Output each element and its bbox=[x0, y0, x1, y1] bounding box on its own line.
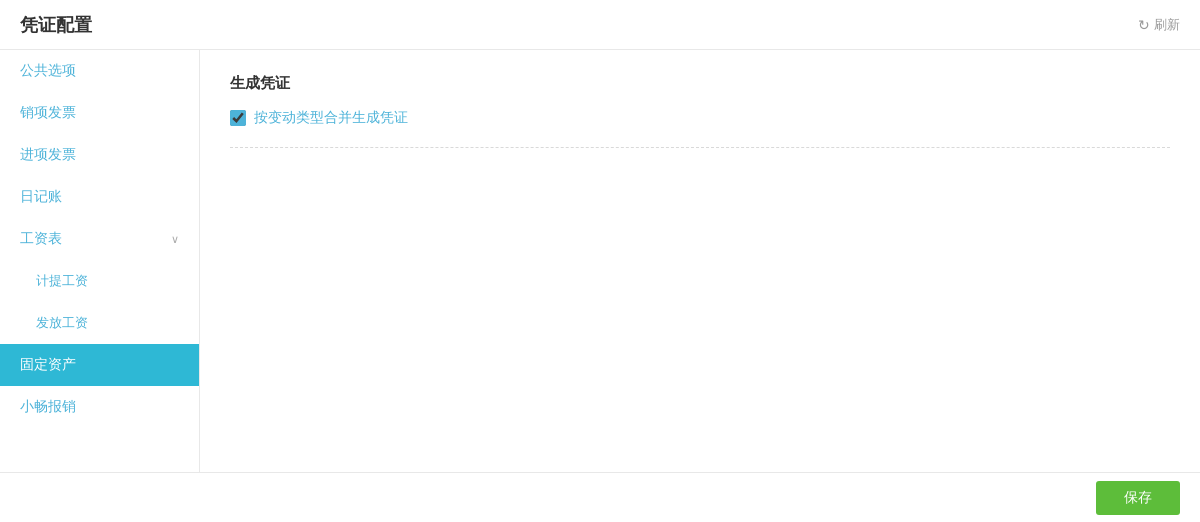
sidebar-label-pay-salary: 发放工资 bbox=[36, 314, 88, 332]
sidebar-label-journal: 日记账 bbox=[20, 188, 62, 206]
sidebar-label-sales-invoice: 销项发票 bbox=[20, 104, 76, 122]
sidebar-label-expense-report: 小畅报销 bbox=[20, 398, 76, 416]
page-title: 凭证配置 bbox=[20, 13, 92, 37]
sidebar-item-fixed-assets[interactable]: 固定资产 bbox=[0, 344, 199, 386]
content-area: 生成凭证 按变动类型合并生成凭证 bbox=[200, 50, 1200, 472]
sidebar-label-public-options: 公共选项 bbox=[20, 62, 76, 80]
sidebar-item-public-options[interactable]: 公共选项 bbox=[0, 50, 199, 92]
refresh-icon: ↻ bbox=[1138, 17, 1150, 33]
merge-voucher-label[interactable]: 按变动类型合并生成凭证 bbox=[254, 109, 408, 127]
refresh-button[interactable]: ↻ 刷新 bbox=[1138, 16, 1180, 34]
sidebar-label-payroll-sheet: 工资表 bbox=[20, 230, 62, 248]
refresh-label: 刷新 bbox=[1154, 16, 1180, 34]
sidebar-item-journal[interactable]: 日记账 bbox=[0, 176, 199, 218]
main-content: 公共选项 销项发票 进项发票 日记账 工资表 ∨ 计提工资 发放工资 固定资产 … bbox=[0, 50, 1200, 472]
sidebar-item-payroll-sheet[interactable]: 工资表 ∨ bbox=[0, 218, 199, 260]
sidebar-item-expense-report[interactable]: 小畅报销 bbox=[0, 386, 199, 428]
sidebar: 公共选项 销项发票 进项发票 日记账 工资表 ∨ 计提工资 发放工资 固定资产 … bbox=[0, 50, 200, 472]
sidebar-item-accrued-salary[interactable]: 计提工资 bbox=[0, 260, 199, 302]
sidebar-label-accrued-salary: 计提工资 bbox=[36, 272, 88, 290]
sidebar-label-purchase-invoice: 进项发票 bbox=[20, 146, 76, 164]
sidebar-item-sales-invoice[interactable]: 销项发票 bbox=[0, 92, 199, 134]
section-title: 生成凭证 bbox=[230, 74, 1170, 93]
merge-voucher-checkbox[interactable] bbox=[230, 110, 246, 126]
merge-voucher-row: 按变动类型合并生成凭证 bbox=[230, 109, 1170, 127]
page-footer: 保存 bbox=[0, 472, 1200, 522]
save-button[interactable]: 保存 bbox=[1096, 481, 1180, 515]
section-divider bbox=[230, 147, 1170, 148]
sidebar-item-purchase-invoice[interactable]: 进项发票 bbox=[0, 134, 199, 176]
page-header: 凭证配置 ↻ 刷新 bbox=[0, 0, 1200, 50]
sidebar-label-fixed-assets: 固定资产 bbox=[20, 356, 76, 374]
sidebar-item-pay-salary[interactable]: 发放工资 bbox=[0, 302, 199, 344]
chevron-down-icon: ∨ bbox=[171, 233, 179, 246]
